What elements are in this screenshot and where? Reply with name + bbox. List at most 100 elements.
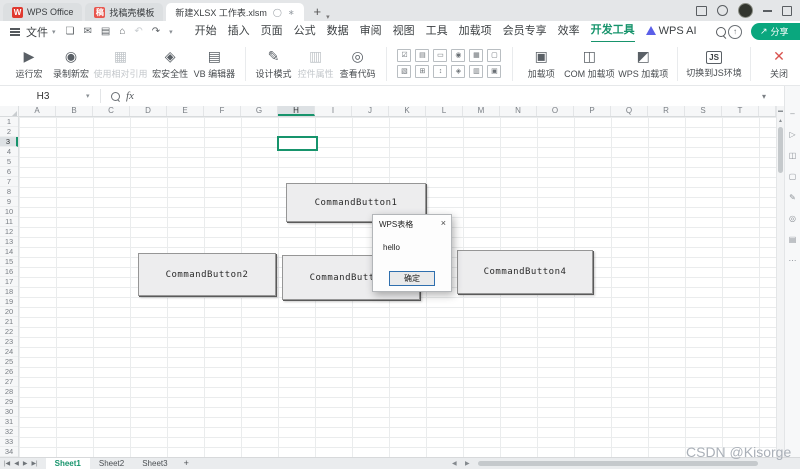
column-header-M[interactable]: M (463, 106, 500, 116)
row-header-13[interactable]: 13 (0, 237, 18, 247)
vscroll-thumb[interactable] (778, 127, 783, 173)
column-header-N[interactable]: N (500, 106, 537, 116)
row-header-6[interactable]: 6 (0, 167, 18, 177)
menu-item-review[interactable]: 审阅 (360, 21, 382, 42)
selected-cell[interactable] (277, 136, 318, 151)
prev-sheet-icon[interactable]: ◀ (14, 460, 19, 467)
menu-item-premium[interactable]: 会员专享 (503, 21, 547, 42)
row-header-1[interactable]: 1 (0, 117, 18, 127)
column-header-O[interactable]: O (537, 106, 574, 116)
expand-formula-bar-icon[interactable]: ▾ (762, 92, 766, 101)
more-icon[interactable]: ⋯ (789, 257, 797, 265)
quickbar-chevron-icon[interactable]: ▾ (169, 28, 173, 36)
tab-document-active[interactable]: S 新建XLSX 工作表.xlsm ◯ ∗ (19, 3, 776, 457)
namebox-chevron-icon[interactable]: ▾ (86, 92, 100, 100)
menu-item-efficiency[interactable]: 效率 (558, 21, 580, 42)
search-icon[interactable] (715, 26, 726, 37)
theme-icon[interactable] (717, 5, 728, 16)
vscroll-up-icon[interactable]: ▲ (777, 117, 784, 125)
column-header-D[interactable]: D (130, 106, 167, 116)
row-header-28[interactable]: 28 (0, 387, 18, 397)
row-header-19[interactable]: 19 (0, 297, 18, 307)
toolbox-control-icon-10[interactable]: ◈ (451, 65, 466, 78)
column-header-L[interactable]: L (426, 106, 463, 116)
vertical-scrollbar[interactable]: ▲ (776, 117, 784, 457)
ribbon-button-run-macro[interactable]: ▶ 运行宏 (8, 48, 50, 80)
menu-item-add-ins[interactable]: 加载项 (459, 21, 492, 42)
layout-switch-icon[interactable] (696, 5, 707, 16)
row-header-16[interactable]: 16 (0, 267, 18, 277)
select-all-corner[interactable] (0, 106, 19, 117)
add-sheet-button[interactable]: + (184, 458, 189, 469)
menu-item-tools[interactable]: 工具 (426, 21, 448, 42)
row-header-10[interactable]: 10 (0, 207, 18, 217)
ribbon-button-add-ins[interactable]: ▣ 加载项 (520, 48, 562, 80)
columns-icon[interactable]: ◫ (789, 152, 797, 160)
column-header-K[interactable]: K (389, 106, 426, 116)
column-header-C[interactable]: C (93, 106, 130, 116)
next-sheet-icon[interactable]: ▶ (23, 460, 28, 467)
name-box[interactable]: H3 (0, 91, 86, 102)
row-header-21[interactable]: 21 (0, 317, 18, 327)
menu-item-view[interactable]: 视图 (393, 21, 415, 42)
row-header-7[interactable]: 7 (0, 177, 18, 187)
print-icon[interactable]: ▤ (101, 26, 110, 37)
cloud-upload-icon[interactable]: ↑ (728, 24, 742, 39)
hscroll-right-icon[interactable]: ▶ (465, 460, 470, 467)
new-tab-button[interactable]: + (314, 3, 322, 21)
share-button[interactable]: ↗ 分享 (751, 23, 800, 40)
command-button-2[interactable]: CommandButton2 (138, 253, 276, 296)
row-header-8[interactable]: 8 (0, 187, 18, 197)
row-header-14[interactable]: 14 (0, 247, 18, 257)
print-preview-icon[interactable]: ⌂ (119, 26, 125, 37)
save-icon[interactable]: ❏ (66, 26, 75, 37)
ribbon-button-macro-security[interactable]: ◈ 宏安全性 (149, 48, 191, 80)
toolbox-control-icon-7[interactable]: ▧ (397, 65, 412, 78)
column-header-P[interactable]: P (574, 106, 611, 116)
row-header-33[interactable]: 33 (0, 437, 18, 447)
ribbon-button-close[interactable]: ✕ 关闭 (758, 48, 800, 80)
column-header-Q[interactable]: Q (611, 106, 648, 116)
row-header-27[interactable]: 27 (0, 377, 18, 387)
toolbox-control-icon-5[interactable]: ▦ (469, 49, 484, 62)
row-header-29[interactable]: 29 (0, 397, 18, 407)
command-button-4[interactable]: CommandButton4 (457, 250, 593, 294)
row-header-22[interactable]: 22 (0, 327, 18, 337)
menu-item-home[interactable]: 开始 (195, 21, 217, 42)
column-header-F[interactable]: F (204, 106, 241, 116)
row-header-12[interactable]: 12 (0, 227, 18, 237)
file-menu[interactable]: 文件 ▾ (8, 24, 56, 40)
row-header-25[interactable]: 25 (0, 357, 18, 367)
menu-item-wps-ai[interactable]: WPS AI (645, 21, 697, 42)
ribbon-button-view-code[interactable]: ◎ 查看代码 (337, 48, 379, 80)
toolbox-control-icon-9[interactable]: ↕ (433, 65, 448, 78)
ribbon-button-com-add-ins[interactable]: ◫ COM 加载项 (562, 48, 616, 80)
dialog-close-icon[interactable]: × (441, 218, 446, 228)
ribbon-button-record-new-macro[interactable]: ◉ 录制新宏 (50, 48, 92, 80)
menu-item-dev-tools[interactable]: 开发工具 (590, 20, 635, 43)
column-header-R[interactable]: R (648, 106, 685, 116)
first-sheet-icon[interactable]: |◀ (4, 460, 10, 467)
column-header-I[interactable]: I (315, 106, 352, 116)
row-header-34[interactable]: 34 (0, 447, 18, 457)
column-header-E[interactable]: E (167, 106, 204, 116)
horizontal-scrollbar[interactable] (478, 461, 758, 466)
row-header-18[interactable]: 18 (0, 287, 18, 297)
toolbox-control-icon-6[interactable]: ▢ (487, 49, 502, 62)
ribbon-button-design-mode[interactable]: ✎ 设计模式 (253, 48, 295, 80)
row-header-4[interactable]: 4 (0, 147, 18, 157)
row-header-5[interactable]: 5 (0, 157, 18, 167)
tab-template-store[interactable]: 稿 找稿壳模板 (85, 3, 164, 21)
row-header-30[interactable]: 30 (0, 407, 18, 417)
toolbox-control-icon-8[interactable]: ⊞ (415, 65, 430, 78)
toolbox-control-icon-4[interactable]: ◉ (451, 49, 466, 62)
column-header-H[interactable]: H (278, 106, 315, 116)
row-header-3[interactable]: 3 (0, 137, 18, 147)
dialog-ok-button[interactable]: 确定 (389, 271, 435, 286)
row-header-2[interactable]: 2 (0, 127, 18, 137)
redo-icon[interactable]: ↷ (152, 26, 160, 37)
sheet-tab-sheet3[interactable]: Sheet3 (133, 458, 176, 469)
last-sheet-icon[interactable]: ▶| (31, 460, 37, 467)
tab-wps-office[interactable]: W WPS Office (3, 3, 83, 21)
column-header-G[interactable]: G (241, 106, 278, 116)
